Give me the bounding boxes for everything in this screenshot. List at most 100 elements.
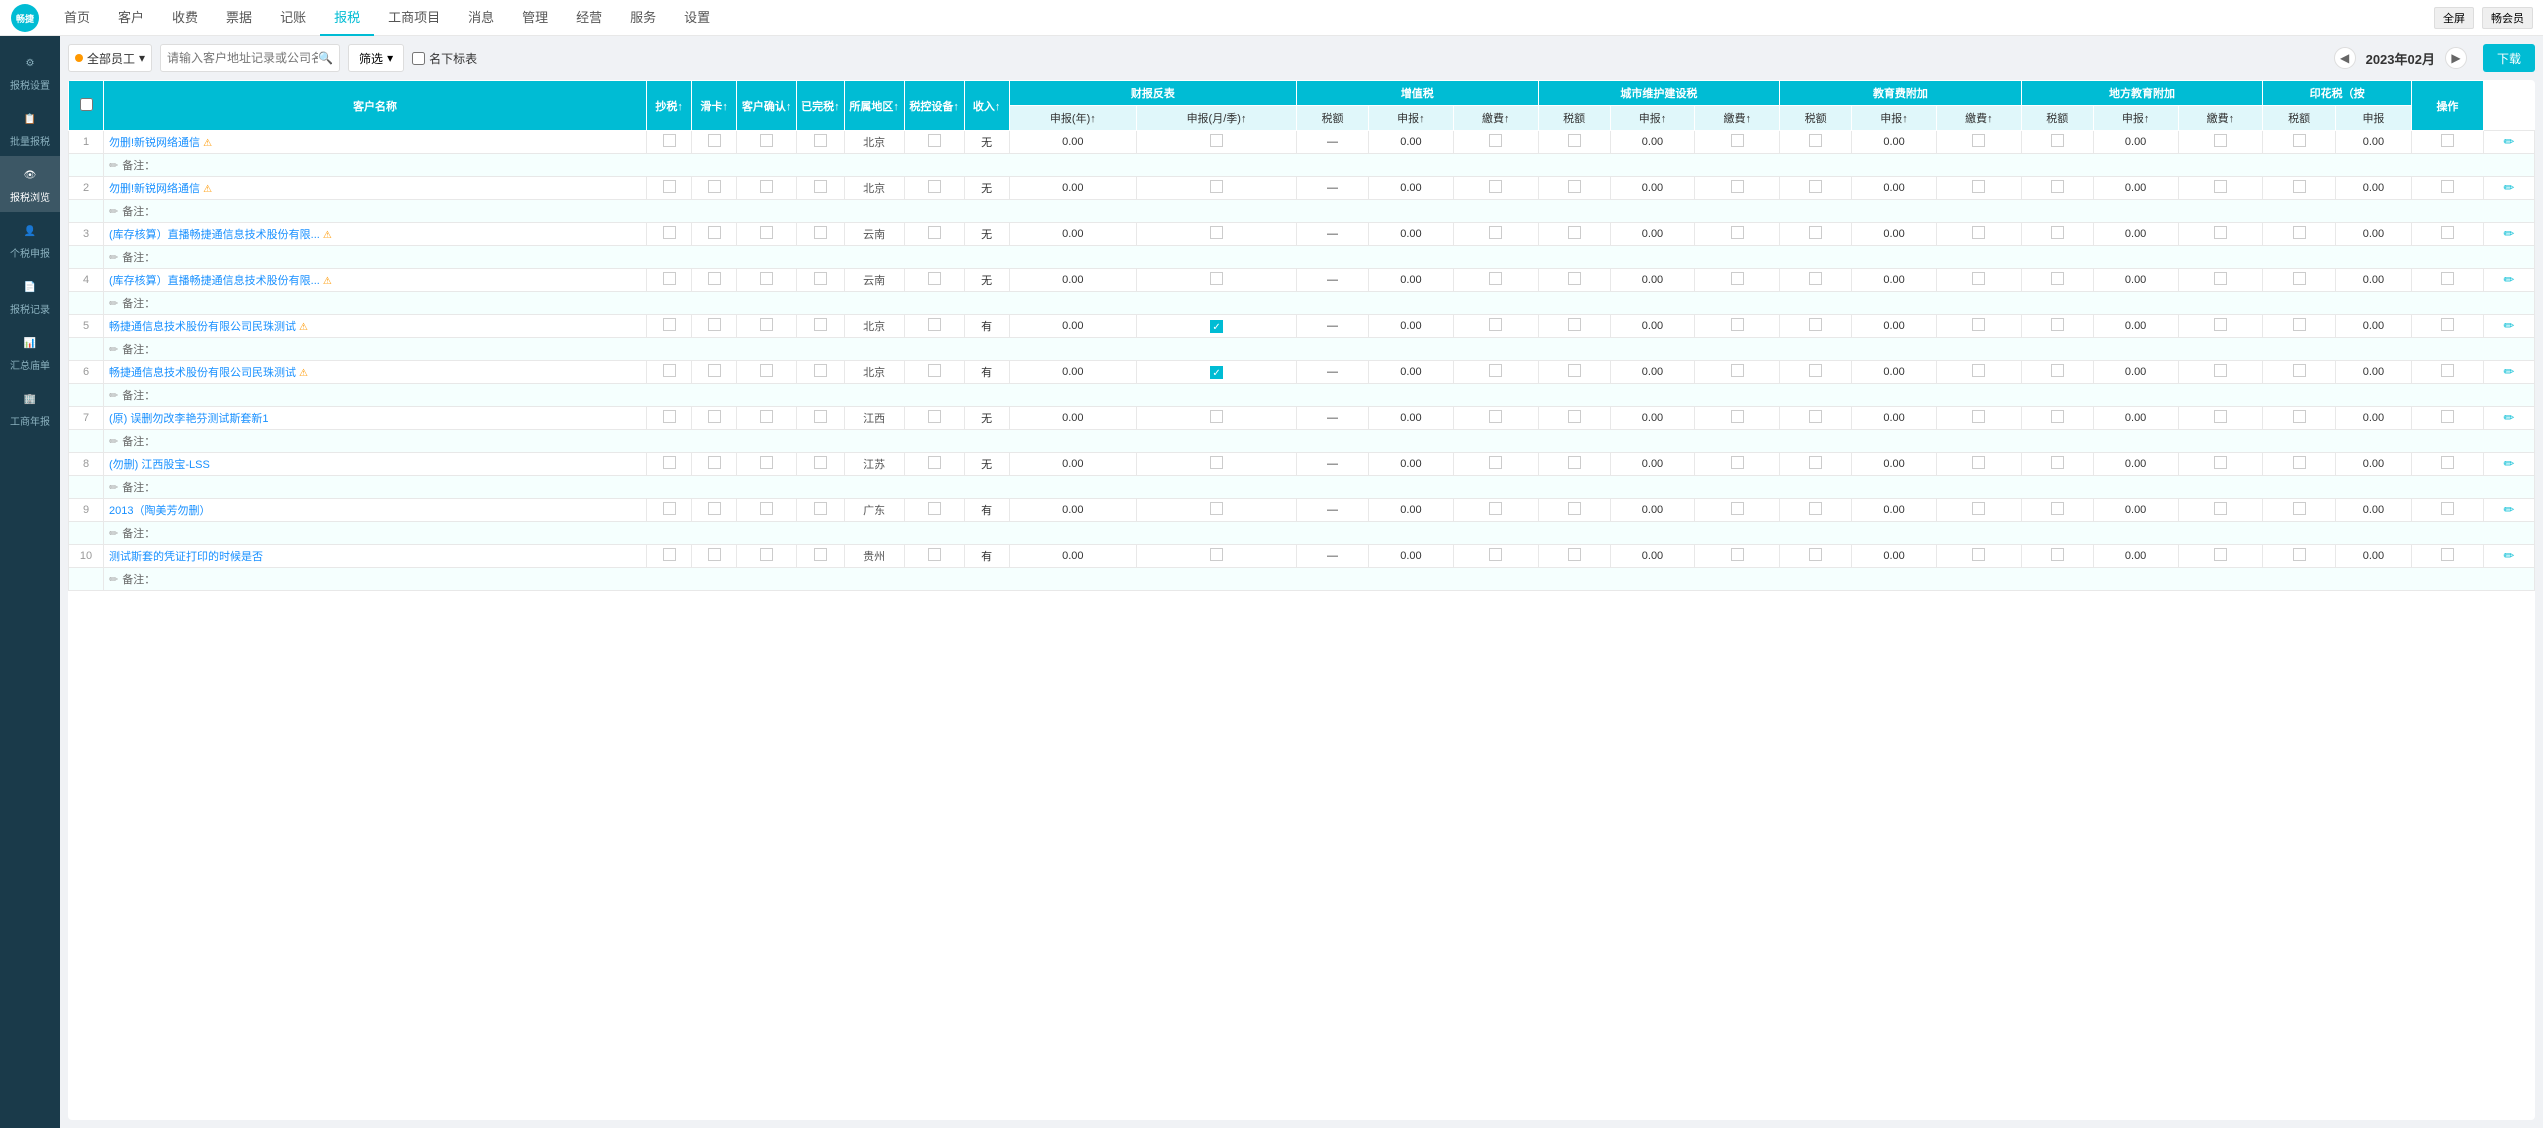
check-box[interactable]	[2293, 456, 2306, 469]
check-box[interactable]	[928, 134, 941, 147]
check-box[interactable]	[1809, 180, 1822, 193]
client-name-link[interactable]: 测试斯套的凭证打印的时候是否	[109, 551, 263, 563]
check-box[interactable]	[708, 364, 721, 377]
check-box-checked[interactable]	[1210, 320, 1223, 333]
check-box[interactable]	[2214, 226, 2227, 239]
sidebar-item-baoshuiliulan[interactable]: 👁 报税浏览	[0, 156, 60, 212]
check-box[interactable]	[1809, 134, 1822, 147]
check-box[interactable]	[1731, 180, 1744, 193]
check-box[interactable]	[1210, 548, 1223, 561]
check-box[interactable]	[1489, 272, 1502, 285]
check-box[interactable]	[1210, 502, 1223, 515]
check-box[interactable]	[1210, 272, 1223, 285]
check-box[interactable]	[663, 134, 676, 147]
sidebar-item-gongshinianbo[interactable]: 🏢 工商年报	[0, 380, 60, 436]
sidebar-item-huizongmiaodan[interactable]: 📊 汇总庙单	[0, 324, 60, 380]
check-box[interactable]	[760, 502, 773, 515]
check-box[interactable]	[1972, 364, 1985, 377]
check-box[interactable]	[663, 318, 676, 331]
edit-icon[interactable]: ✏	[2504, 180, 2515, 195]
check-box[interactable]	[2293, 410, 2306, 423]
check-box[interactable]	[1972, 502, 1985, 515]
check-box[interactable]	[708, 548, 721, 561]
check-box[interactable]	[2051, 318, 2064, 331]
check-box[interactable]	[1568, 226, 1581, 239]
check-box[interactable]	[1568, 548, 1581, 561]
check-box[interactable]	[663, 180, 676, 193]
client-name-link[interactable]: (勿删) 江西股宝-LSS	[109, 459, 210, 471]
check-box[interactable]	[1489, 456, 1502, 469]
check-box[interactable]	[2214, 318, 2227, 331]
check-box[interactable]	[2293, 502, 2306, 515]
check-box[interactable]	[2293, 364, 2306, 377]
check-box[interactable]	[760, 410, 773, 423]
nav-billing[interactable]: 收费	[158, 0, 212, 36]
check-box[interactable]	[928, 410, 941, 423]
check-box[interactable]	[2293, 272, 2306, 285]
nav-home[interactable]: 首页	[50, 0, 104, 36]
check-box[interactable]	[1972, 548, 1985, 561]
check-box[interactable]	[2051, 502, 2064, 515]
edit-icon[interactable]: ✏	[2504, 134, 2515, 149]
check-box[interactable]	[1972, 134, 1985, 147]
check-box[interactable]	[760, 272, 773, 285]
check-box[interactable]	[2051, 134, 2064, 147]
check-box[interactable]	[760, 548, 773, 561]
check-box[interactable]	[2441, 134, 2454, 147]
check-box[interactable]	[2051, 410, 2064, 423]
check-box[interactable]	[1731, 410, 1744, 423]
check-box[interactable]	[1809, 226, 1822, 239]
check-box[interactable]	[2051, 456, 2064, 469]
check-box[interactable]	[708, 180, 721, 193]
check-box[interactable]	[1489, 134, 1502, 147]
nav-bookkeeping[interactable]: 记账	[266, 0, 320, 36]
check-box[interactable]	[1489, 548, 1502, 561]
client-name-link[interactable]: (库存核算）直播畅捷通信息技术股份有限...	[109, 275, 320, 287]
check-box[interactable]	[1568, 410, 1581, 423]
check-box[interactable]	[2293, 548, 2306, 561]
check-box[interactable]	[1809, 456, 1822, 469]
check-box[interactable]	[2214, 502, 2227, 515]
edit-icon[interactable]: ✏	[2504, 318, 2515, 333]
check-box[interactable]	[2293, 226, 2306, 239]
check-box[interactable]	[1809, 502, 1822, 515]
check-box[interactable]	[1489, 180, 1502, 193]
check-box[interactable]	[760, 456, 773, 469]
check-box[interactable]	[2293, 180, 2306, 193]
check-box[interactable]	[663, 502, 676, 515]
nav-customer[interactable]: 客户	[104, 0, 158, 36]
check-box[interactable]	[1809, 410, 1822, 423]
check-box[interactable]	[2441, 502, 2454, 515]
check-box[interactable]	[708, 318, 721, 331]
fullscreen-button[interactable]: 全屏	[2434, 7, 2474, 29]
check-box[interactable]	[1972, 410, 1985, 423]
check-box[interactable]	[1568, 134, 1581, 147]
select-all-checkbox[interactable]	[80, 98, 93, 111]
check-box[interactable]	[760, 364, 773, 377]
check-box[interactable]	[1489, 318, 1502, 331]
check-box[interactable]	[1972, 226, 1985, 239]
check-box[interactable]	[1809, 548, 1822, 561]
next-month-button[interactable]: ▶	[2445, 47, 2467, 69]
edit-icon[interactable]: ✏	[2504, 226, 2515, 241]
sidebar-item-geshuishenbao[interactable]: 👤 个税申报	[0, 212, 60, 268]
edit-icon[interactable]: ✏	[2504, 548, 2515, 563]
check-box[interactable]	[663, 272, 676, 285]
data-table-wrapper[interactable]: 客户名称 抄税↑ 滑卡↑ 客户确认↑ 已完税↑ 所属地区↑ 税控设备↑ 收入↑ …	[68, 80, 2535, 1120]
check-box-checked[interactable]	[1210, 366, 1223, 379]
check-box[interactable]	[928, 226, 941, 239]
client-name-link[interactable]: 勿删!新锐网络通信	[109, 183, 200, 195]
check-box[interactable]	[1568, 180, 1581, 193]
check-box[interactable]	[708, 502, 721, 515]
check-box[interactable]	[928, 318, 941, 331]
check-box[interactable]	[1210, 456, 1223, 469]
check-box[interactable]	[1972, 272, 1985, 285]
check-box[interactable]	[1568, 318, 1581, 331]
check-box[interactable]	[814, 134, 827, 147]
download-button[interactable]: 下载	[2483, 44, 2535, 72]
check-box[interactable]	[1489, 410, 1502, 423]
check-box[interactable]	[760, 318, 773, 331]
check-box[interactable]	[2214, 456, 2227, 469]
check-box[interactable]	[2051, 272, 2064, 285]
check-box[interactable]	[2051, 364, 2064, 377]
